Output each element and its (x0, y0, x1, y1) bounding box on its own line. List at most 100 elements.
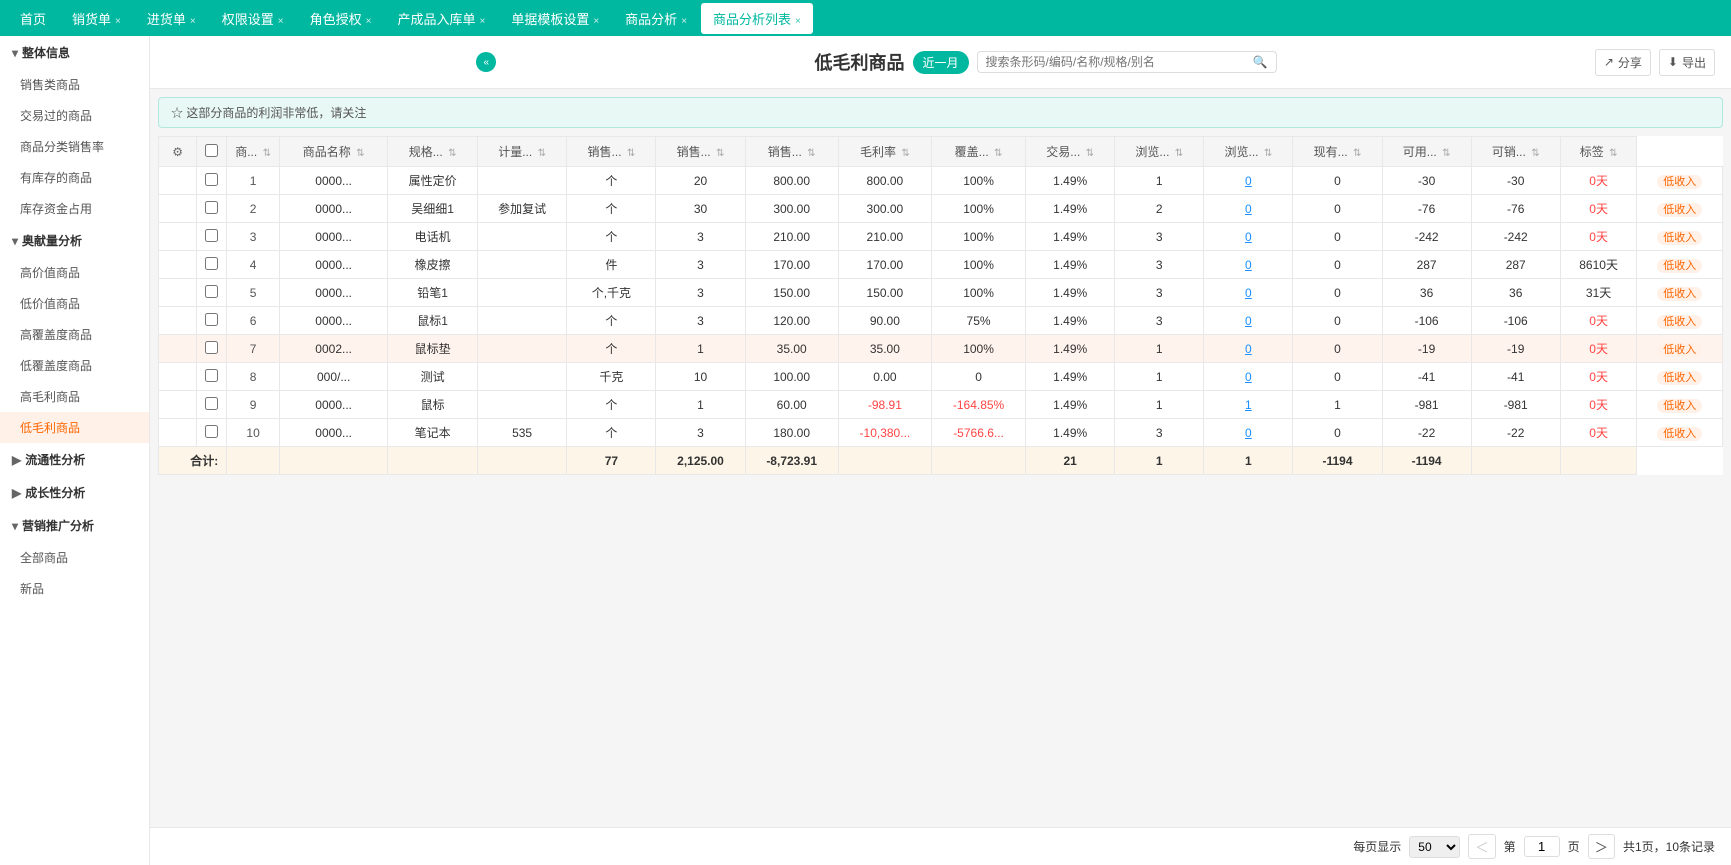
nav-sales[interactable]: 销货单× (60, 3, 133, 34)
close-sales-tab[interactable]: × (115, 16, 121, 27)
row-checkbox[interactable] (197, 335, 227, 363)
row-select-checkbox[interactable] (205, 201, 218, 214)
sidebar-group-overall[interactable]: ▾ 整体信息 (0, 36, 149, 69)
nav-template[interactable]: 单据模板设置× (499, 3, 611, 34)
col-unit[interactable]: 计量... ⇅ (477, 137, 567, 167)
row-gear[interactable] (159, 251, 197, 279)
sidebar-item-category-rate[interactable]: 商品分类销售率 (0, 131, 149, 162)
nav-product-entry[interactable]: 产成品入库单× (385, 3, 497, 34)
row-views1[interactable]: 0 (1204, 223, 1293, 251)
close-goods-analysis-tab[interactable]: × (681, 16, 687, 27)
col-spec[interactable]: 规格... ⇅ (388, 137, 478, 167)
nav-permissions[interactable]: 权限设置× (210, 3, 296, 34)
export-button[interactable]: ⬇ 导出 (1659, 49, 1715, 76)
row-views1[interactable]: 0 (1204, 419, 1293, 447)
row-checkbox[interactable] (197, 195, 227, 223)
search-input[interactable] (986, 55, 1253, 69)
close-goods-analysis-list-tab[interactable]: × (795, 16, 801, 27)
col-sales-price[interactable]: 销售... ⇅ (656, 137, 745, 167)
row-select-checkbox[interactable] (205, 285, 218, 298)
page-number-input[interactable] (1524, 836, 1560, 857)
col-coverage[interactable]: 覆盖... ⇅ (931, 137, 1025, 167)
row-select-checkbox[interactable] (205, 257, 218, 270)
nav-purchase[interactable]: 进货单× (135, 3, 208, 34)
row-gear[interactable] (159, 419, 197, 447)
row-select-checkbox[interactable] (205, 229, 218, 242)
sidebar-item-high-margin[interactable]: 高毛利商品 (0, 381, 149, 412)
sidebar-item-high-value[interactable]: 高价值商品 (0, 257, 149, 288)
row-select-checkbox[interactable] (205, 313, 218, 326)
close-product-entry-tab[interactable]: × (479, 16, 485, 27)
col-gear[interactable]: ⚙ (159, 137, 197, 167)
row-views1[interactable]: 0 (1204, 167, 1293, 195)
row-views1[interactable]: 0 (1204, 363, 1293, 391)
row-checkbox[interactable] (197, 307, 227, 335)
col-views1[interactable]: 浏览... ⇅ (1115, 137, 1204, 167)
row-views1[interactable]: 1 (1204, 391, 1293, 419)
sidebar-item-inventory-capital[interactable]: 库存资金占用 (0, 193, 149, 224)
col-sales-qty[interactable]: 销售... ⇅ (567, 137, 656, 167)
sidebar-item-low-margin[interactable]: 低毛利商品 (0, 412, 149, 443)
sidebar-group-contribution[interactable]: ▾ 奥献量分析 (0, 224, 149, 257)
nav-goods-analysis-list[interactable]: 商品分析列表× (701, 3, 813, 34)
data-table-container[interactable]: ⚙ 商... ⇅ 商品名称 ⇅ 规格... ⇅ 计量... ⇅ 销售... ⇅ … (158, 136, 1723, 827)
row-gear[interactable] (159, 307, 197, 335)
row-select-checkbox[interactable] (205, 341, 218, 354)
row-select-checkbox[interactable] (205, 173, 218, 186)
row-select-checkbox[interactable] (205, 397, 218, 410)
prev-page-btn[interactable]: ＜ (1468, 834, 1495, 859)
row-gear[interactable] (159, 335, 197, 363)
row-gear[interactable] (159, 195, 197, 223)
sidebar-item-all-goods[interactable]: 全部商品 (0, 542, 149, 573)
sidebar-item-low-value[interactable]: 低价值商品 (0, 288, 149, 319)
search-icon[interactable]: 🔍 (1253, 55, 1268, 69)
col-name[interactable]: 商品名称 ⇅ (279, 137, 387, 167)
row-gear[interactable] (159, 391, 197, 419)
row-select-checkbox[interactable] (205, 425, 218, 438)
nav-home[interactable]: 首页 (8, 3, 58, 34)
row-views1[interactable]: 0 (1204, 195, 1293, 223)
row-checkbox[interactable] (197, 167, 227, 195)
collapse-sidebar-btn[interactable]: « (476, 52, 496, 72)
col-sellable[interactable]: 可销... ⇅ (1471, 137, 1560, 167)
sidebar-group-marketing[interactable]: ▾ 营销推广分析 (0, 509, 149, 542)
select-all-checkbox[interactable] (205, 144, 218, 157)
sidebar-item-low-coverage[interactable]: 低覆盖度商品 (0, 350, 149, 381)
close-role-auth-tab[interactable]: × (366, 16, 372, 27)
row-views1[interactable]: 0 (1204, 279, 1293, 307)
col-tag[interactable]: 标签 ⇅ (1560, 137, 1637, 167)
sidebar-group-growth[interactable]: ▶ 成长性分析 (0, 476, 149, 509)
sidebar-item-high-coverage[interactable]: 高覆盖度商品 (0, 319, 149, 350)
sidebar-group-flow[interactable]: ▶ 流通性分析 (0, 443, 149, 476)
row-checkbox[interactable] (197, 223, 227, 251)
row-views1[interactable]: 0 (1204, 307, 1293, 335)
col-current-stock[interactable]: 现有... ⇅ (1293, 137, 1382, 167)
col-gross-margin[interactable]: 毛利率 ⇅ (838, 137, 931, 167)
row-views1[interactable]: 0 (1204, 251, 1293, 279)
col-views2[interactable]: 浏览... ⇅ (1204, 137, 1293, 167)
per-page-select[interactable]: 50 100 200 (1409, 836, 1460, 858)
row-gear[interactable] (159, 363, 197, 391)
row-checkbox[interactable] (197, 363, 227, 391)
row-select-checkbox[interactable] (205, 369, 218, 382)
row-checkbox[interactable] (197, 251, 227, 279)
row-checkbox[interactable] (197, 391, 227, 419)
share-button[interactable]: ↗ 分享 (1595, 49, 1651, 76)
col-available[interactable]: 可用... ⇅ (1382, 137, 1471, 167)
sidebar-item-traded-goods[interactable]: 交易过的商品 (0, 100, 149, 131)
sidebar-item-sales-goods[interactable]: 销售类商品 (0, 69, 149, 100)
nav-goods-analysis[interactable]: 商品分析× (613, 3, 699, 34)
sidebar-item-in-stock[interactable]: 有库存的商品 (0, 162, 149, 193)
nav-role-auth[interactable]: 角色授权× (298, 3, 384, 34)
filter-recent-month-btn[interactable]: 近一月 (913, 51, 969, 74)
row-gear[interactable] (159, 167, 197, 195)
sidebar-item-new-goods[interactable]: 新品 (0, 573, 149, 604)
close-template-tab[interactable]: × (593, 16, 599, 27)
col-sales-amount[interactable]: 销售... ⇅ (745, 137, 838, 167)
col-trade[interactable]: 交易... ⇅ (1026, 137, 1115, 167)
row-views1[interactable]: 0 (1204, 335, 1293, 363)
row-checkbox[interactable] (197, 279, 227, 307)
close-permissions-tab[interactable]: × (278, 16, 284, 27)
col-checkbox[interactable] (197, 137, 227, 167)
row-gear[interactable] (159, 279, 197, 307)
